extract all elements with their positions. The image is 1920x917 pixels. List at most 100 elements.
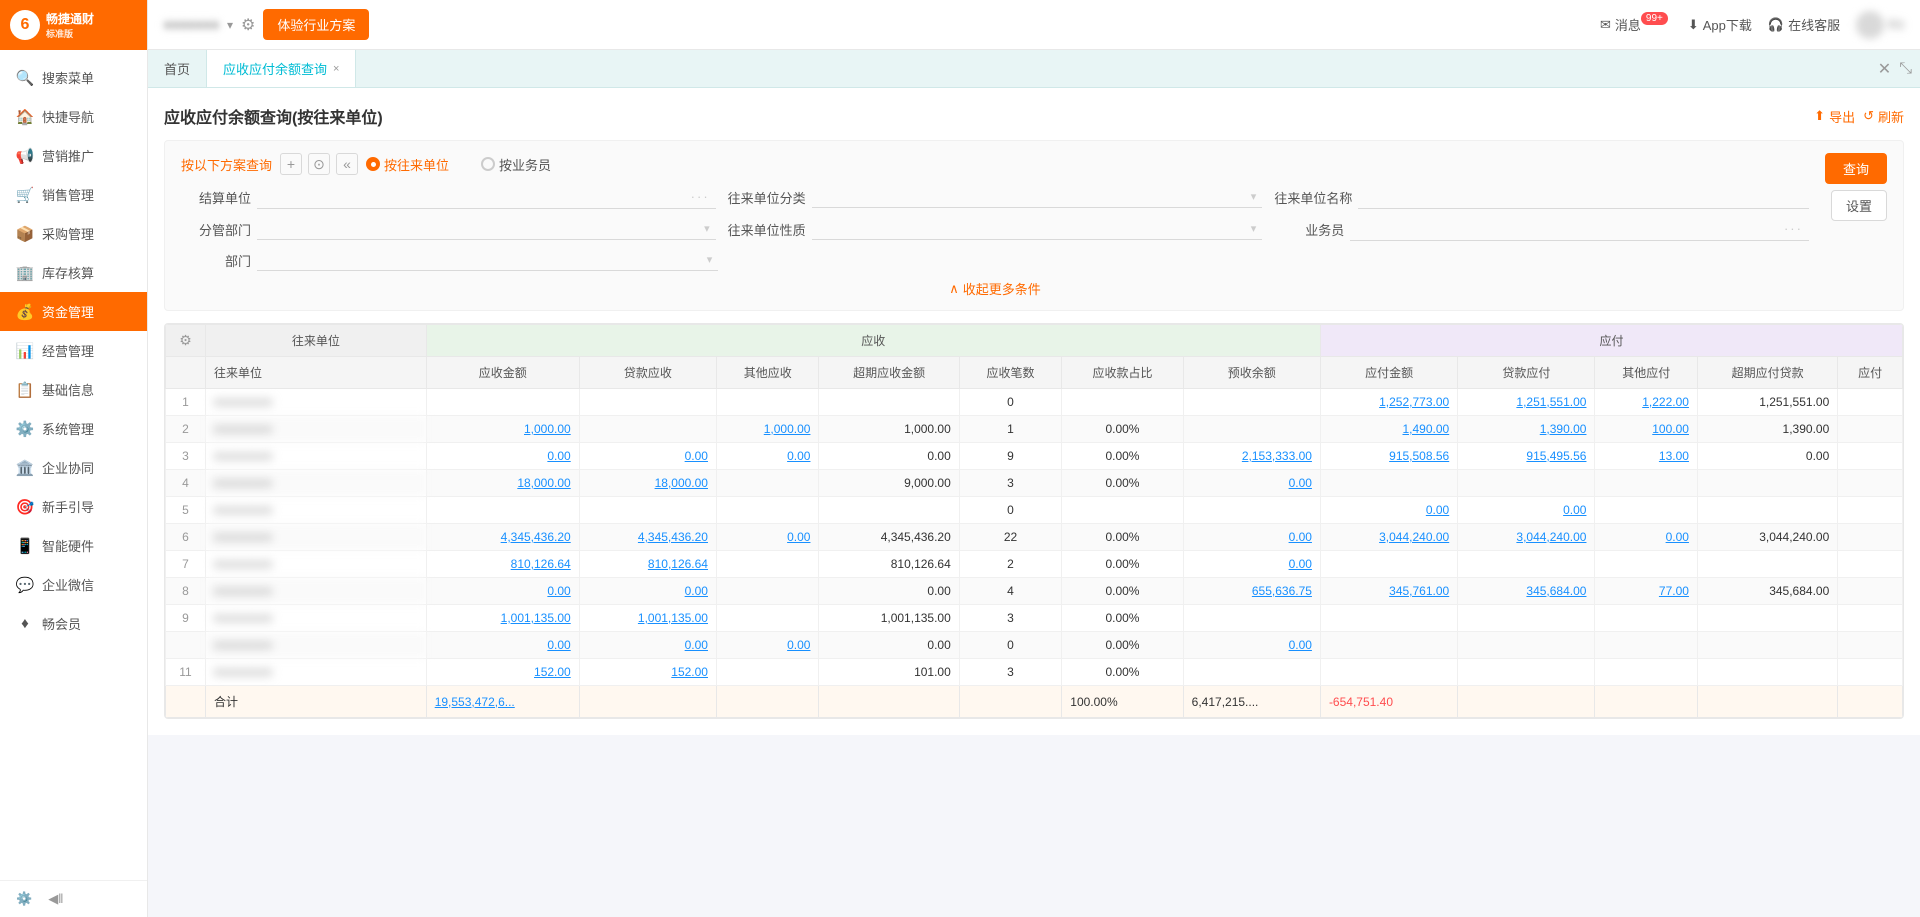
partner-name-cell: ■■■■■■■■ — [206, 524, 427, 551]
sys-icon: ⚙️ — [16, 420, 34, 438]
partner-category-select[interactable]: ▾ — [812, 186, 1263, 208]
cell-link[interactable]: 0.00 — [1289, 530, 1312, 544]
cell-link[interactable]: 0.00 — [787, 530, 810, 544]
cell-link[interactable]: 4,345,436.20 — [501, 530, 571, 544]
cell-link[interactable]: 3,044,240.00 — [1516, 530, 1586, 544]
cell-link[interactable]: 1,251,551.00 — [1516, 395, 1586, 409]
cell-link[interactable]: 0.00 — [1289, 557, 1312, 571]
add-scheme-btn[interactable]: + — [280, 153, 302, 175]
tab-expand-icon[interactable]: ⤡ — [1899, 60, 1912, 78]
tab-active[interactable]: 应收应付余额查询 × — [207, 50, 356, 87]
scheme-collapse-btn[interactable]: « — [336, 153, 358, 175]
cell-link[interactable]: 915,508.56 — [1389, 449, 1449, 463]
cell-link[interactable]: 152.00 — [671, 665, 708, 679]
tab-close-icon[interactable]: ✕ — [1878, 59, 1891, 79]
sidebar-item-sales[interactable]: 🛒 销售管理 — [0, 175, 147, 214]
cell-link[interactable]: 0.00 — [1426, 503, 1449, 517]
sidebar-item-basic-info[interactable]: 📋 基础信息 — [0, 370, 147, 409]
cell-link[interactable]: 0.00 — [547, 449, 570, 463]
collapse-more-btn[interactable]: ∧ 收起更多条件 — [181, 279, 1809, 298]
sidebar-item-finance[interactable]: 💰 资金管理 — [0, 292, 147, 331]
partner-name-input[interactable] — [1358, 185, 1809, 209]
cell-link[interactable]: 1,390.00 — [1540, 422, 1587, 436]
sidebar-collapse-btn[interactable]: ◀‖ — [48, 891, 63, 907]
sidebar-item-inventory[interactable]: 🏢 库存核算 — [0, 253, 147, 292]
cell-link[interactable]: 0.00 — [547, 584, 570, 598]
table-settings-icon[interactable]: ⚙ — [179, 332, 192, 348]
cell-link[interactable]: 1,490.00 — [1402, 422, 1449, 436]
footer-ar-other — [716, 686, 818, 718]
cell-link[interactable]: 0.00 — [685, 638, 708, 652]
chevron-down-icon[interactable]: ▾ — [227, 18, 233, 32]
cell-link[interactable]: 0.00 — [1289, 638, 1312, 652]
sidebar-settings-btn[interactable]: ⚙️ — [16, 891, 32, 907]
tab-close-btn[interactable]: × — [333, 63, 339, 75]
cell-link[interactable]: 77.00 — [1659, 584, 1689, 598]
online-service-btn[interactable]: 🎧 在线客服 — [1768, 15, 1840, 34]
cell-link[interactable]: 152.00 — [534, 665, 571, 679]
sidebar-item-corp-collab[interactable]: 🏛️ 企业协同 — [0, 448, 147, 487]
dept-select[interactable]: ▾ — [257, 218, 716, 240]
cell-link[interactable]: 1,000.00 — [764, 422, 811, 436]
cell-link[interactable]: 345,761.00 — [1389, 584, 1449, 598]
sidebar-item-quick-nav[interactable]: 🏠 快捷导航 — [0, 97, 147, 136]
cell-link[interactable]: 4,345,436.20 — [638, 530, 708, 544]
cell-link[interactable]: 0.00 — [685, 449, 708, 463]
filter-option-by-partner[interactable]: 按往来单位 — [366, 155, 449, 174]
tab-home[interactable]: 首页 — [148, 50, 207, 87]
sub-dept-select[interactable]: ▾ — [257, 249, 718, 271]
cell-link[interactable]: 100.00 — [1652, 422, 1689, 436]
sidebar-item-purchase[interactable]: 📦 采购管理 — [0, 214, 147, 253]
guide-icon: 🎯 — [16, 498, 34, 516]
sidebar-item-member[interactable]: ♦ 畅会员 — [0, 604, 147, 643]
refresh-btn[interactable]: ↺ 刷新 — [1863, 107, 1904, 126]
cell-link[interactable]: 1,222.00 — [1642, 395, 1689, 409]
cell-link[interactable]: 1,252,773.00 — [1379, 395, 1449, 409]
industry-btn[interactable]: 体验行业方案 — [263, 9, 369, 40]
salesman-input[interactable]: ··· — [1350, 217, 1809, 241]
cell-link[interactable]: 0.00 — [1563, 503, 1586, 517]
cell-link[interactable]: 1,001,135.00 — [638, 611, 708, 625]
app-download-btn[interactable]: ⬇ App下载 — [1688, 15, 1752, 34]
sidebar-item-guide[interactable]: 🎯 新手引导 — [0, 487, 147, 526]
user-profile-btn[interactable]: Rit — [1856, 11, 1904, 39]
cell-link[interactable]: 810,126.64 — [648, 557, 708, 571]
cell-link[interactable]: 13.00 — [1659, 449, 1689, 463]
cell-link[interactable]: 0.00 — [1289, 476, 1312, 490]
message-btn[interactable]: ✉ 消息 99+ — [1600, 15, 1672, 34]
cell-link[interactable]: 0.00 — [547, 638, 570, 652]
cell-link[interactable]: 915,495.56 — [1526, 449, 1586, 463]
partner-nature-select[interactable]: ▾ — [812, 218, 1263, 240]
cell-link[interactable]: 3,044,240.00 — [1379, 530, 1449, 544]
partner-name-cell: ■■■■■■■■ — [206, 605, 427, 632]
filter-settings-btn[interactable]: 设置 — [1831, 190, 1887, 221]
sidebar-item-smart-hw[interactable]: 📱 智能硬件 — [0, 526, 147, 565]
cell-link[interactable]: 1,000.00 — [524, 422, 571, 436]
scheme-settings-btn[interactable]: ⊙ — [308, 153, 330, 175]
cell-link[interactable]: 18,000.00 — [655, 476, 708, 490]
header-gear-icon[interactable]: ⚙ — [241, 15, 255, 35]
cell-link[interactable]: 0.00 — [685, 584, 708, 598]
footer-ar-amount-link[interactable]: 19,553,472,6... — [435, 695, 515, 709]
sidebar-item-sys-mgmt[interactable]: ⚙️ 系统管理 — [0, 409, 147, 448]
export-btn[interactable]: ⬆ 导出 — [1814, 107, 1855, 126]
col-ar-ratio: 应收款占比 — [1062, 357, 1183, 389]
cell-link[interactable]: 345,684.00 — [1526, 584, 1586, 598]
cell-link[interactable]: 0.00 — [787, 449, 810, 463]
settlement-input[interactable]: ··· — [257, 185, 716, 209]
cell-link[interactable]: 18,000.00 — [517, 476, 570, 490]
cell-link[interactable]: 810,126.64 — [511, 557, 571, 571]
cell-link[interactable]: 0.00 — [1666, 530, 1689, 544]
sidebar-item-label: 快捷导航 — [42, 107, 94, 126]
query-btn[interactable]: 查询 — [1825, 153, 1887, 184]
cell-link[interactable]: 1,001,135.00 — [501, 611, 571, 625]
sidebar-item-search[interactable]: 🔍 搜索菜单 — [0, 58, 147, 97]
sidebar-item-marketing[interactable]: 📢 营销推广 — [0, 136, 147, 175]
filter-field-sub-dept: 部门 ▾ — [181, 249, 718, 271]
cell-link[interactable]: 2,153,333.00 — [1242, 449, 1312, 463]
sidebar-item-corp-wechat[interactable]: 💬 企业微信 — [0, 565, 147, 604]
cell-link[interactable]: 0.00 — [787, 638, 810, 652]
filter-option-by-salesman[interactable]: 按业务员 — [481, 155, 551, 174]
sidebar-item-operations[interactable]: 📊 经营管理 — [0, 331, 147, 370]
cell-link[interactable]: 655,636.75 — [1252, 584, 1312, 598]
